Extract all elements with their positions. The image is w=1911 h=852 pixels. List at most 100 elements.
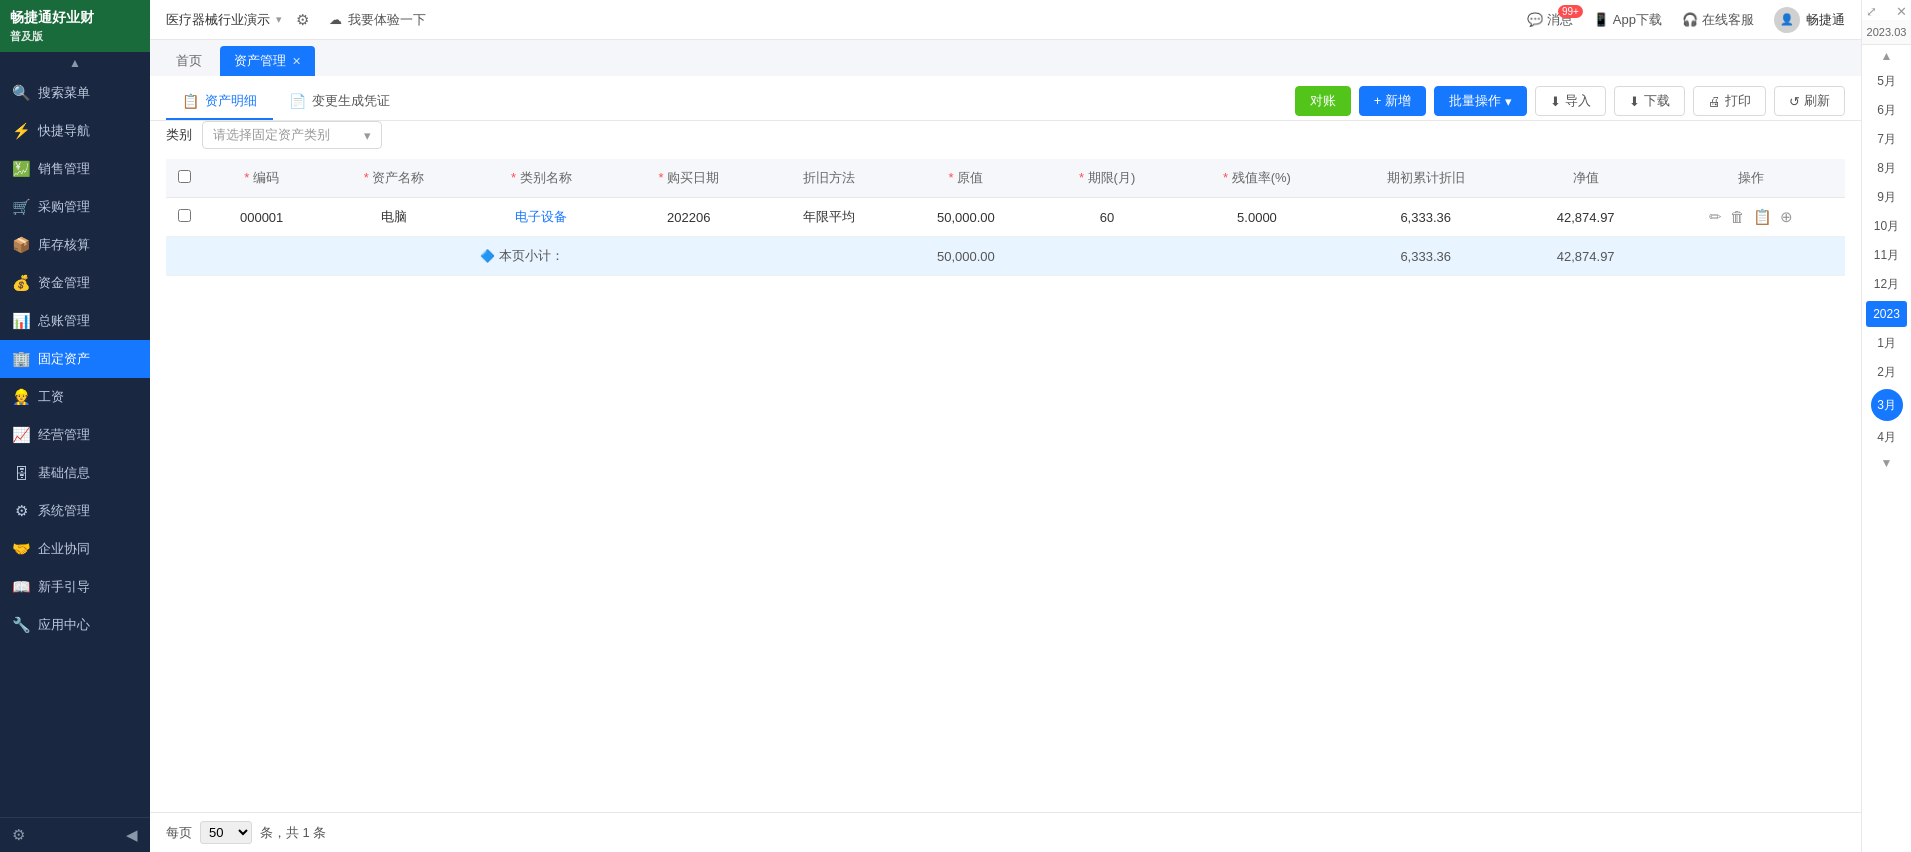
batch-label: 批量操作	[1449, 92, 1501, 110]
nav-icon-8: 👷	[12, 388, 30, 406]
copy-icon[interactable]: 📋	[1753, 208, 1772, 226]
calendar-down-arrow[interactable]: ▼	[1877, 452, 1897, 474]
user-menu[interactable]: 👤 畅捷通	[1774, 7, 1845, 33]
nav-icon-9: 📈	[12, 426, 30, 444]
cell-category: 电子设备	[468, 198, 615, 237]
sidebar-item-库存核算[interactable]: 📦库存核算	[0, 226, 150, 264]
company-selector[interactable]: 医疗器械行业演示 ▾	[166, 11, 282, 29]
message-button[interactable]: 💬 消息 99+	[1527, 11, 1573, 29]
tab-bar: 首页 资产管理 ✕	[150, 40, 1861, 76]
more-icon[interactable]: ⊕	[1780, 208, 1793, 226]
company-chevron-icon: ▾	[276, 13, 282, 26]
sidebar-item-总账管理[interactable]: 📊总账管理	[0, 302, 150, 340]
sub-tab-asset-detail[interactable]: 📋 资产明细	[166, 86, 273, 120]
sidebar-item-新手引导[interactable]: 📖新手引导	[0, 568, 150, 606]
calendar-month[interactable]: 9月	[1870, 183, 1903, 212]
import-button[interactable]: ⬇ 导入	[1535, 86, 1606, 116]
topbar: 医疗器械行业演示 ▾ ⚙ ☁ 我要体验一下 💬 消息 99+ 📱 App下载 🎧…	[150, 0, 1861, 40]
edit-icon[interactable]: ✏	[1709, 208, 1722, 226]
new-button[interactable]: + 新增	[1359, 86, 1426, 116]
calendar-month[interactable]: 4月	[1871, 423, 1903, 452]
user-name: 畅捷通	[1806, 11, 1845, 29]
filter-category-label: 类别	[166, 126, 192, 144]
total-count: 条，共 1 条	[260, 824, 326, 842]
sidebar-item-基础信息[interactable]: 🗄基础信息	[0, 454, 150, 492]
panel-close-icon[interactable]: ✕	[1896, 4, 1907, 19]
row-checkbox[interactable]	[178, 209, 191, 222]
calendar-year-header: 2023.03	[1862, 20, 1911, 45]
per-page-select[interactable]: 50 100	[200, 821, 252, 844]
calendar-month[interactable]: 3月	[1871, 389, 1903, 421]
sidebar-item-资金管理[interactable]: 💰资金管理	[0, 264, 150, 302]
subtotal-label: 🔷 本页小计：	[480, 247, 751, 265]
asset-table: 编码 资产名称 类别名称 购买日期 折旧方法 原值 期限(月) 残值率(%) 期…	[166, 159, 1845, 276]
print-label: 打印	[1725, 92, 1751, 110]
customer-service-button[interactable]: 🎧 在线客服	[1682, 11, 1754, 29]
calendar-year-marker[interactable]: 2023	[1866, 301, 1907, 327]
mobile-icon: 📱	[1593, 12, 1609, 27]
sub-tab-bar: 📋 资产明细 📄 变更生成凭证 对账 + 新增 批量操作 ▾ ⬇ 导入	[150, 76, 1861, 121]
subtotal-depreciation-method	[762, 237, 894, 276]
download-label: 下载	[1644, 92, 1670, 110]
col-accumulated-depreciation: 期初累计折旧	[1337, 159, 1515, 198]
calendar-month[interactable]: 10月	[1870, 212, 1903, 241]
category-filter[interactable]: 请选择固定资产类别 ▾	[202, 121, 382, 149]
calendar-month[interactable]: 7月	[1870, 125, 1903, 154]
sidebar-item-系统管理[interactable]: ⚙系统管理	[0, 492, 150, 530]
subtotal-row: 🔷 本页小计： 50,000.00 6,333.36 42,874.97	[166, 237, 1845, 276]
nav-icon-6: 📊	[12, 312, 30, 330]
calendar-month[interactable]: 5月	[1870, 67, 1903, 96]
calendar-month[interactable]: 6月	[1870, 96, 1903, 125]
calendar-month[interactable]: 11月	[1870, 241, 1903, 270]
sidebar-item-经营管理[interactable]: 📈经营管理	[0, 416, 150, 454]
batch-operation-button[interactable]: 批量操作 ▾	[1434, 86, 1527, 116]
cell-purchase-date: 202206	[615, 198, 762, 237]
select-all-checkbox[interactable]	[178, 170, 191, 183]
print-button[interactable]: 🖨 打印	[1693, 86, 1766, 116]
sidebar-item-工资[interactable]: 👷工资	[0, 378, 150, 416]
sidebar-item-采购管理[interactable]: 🛒采购管理	[0, 188, 150, 226]
calendar-month[interactable]: 1月	[1871, 329, 1903, 358]
experience-label: 我要体验一下	[348, 11, 426, 29]
sidebar-item-销售管理[interactable]: 💹销售管理	[0, 150, 150, 188]
calendar-month[interactable]: 8月	[1870, 154, 1903, 183]
nav-icon-5: 💰	[12, 274, 30, 292]
sidebar-item-应用中心[interactable]: 🔧应用中心	[0, 606, 150, 644]
cloud-icon: ☁	[329, 12, 342, 27]
tab-close-icon[interactable]: ✕	[292, 55, 301, 68]
tab-home[interactable]: 首页	[162, 46, 216, 76]
sidebar-item-快捷导航[interactable]: ⚡快捷导航	[0, 112, 150, 150]
calendar-month[interactable]: 12月	[1870, 270, 1903, 299]
tab-asset-management[interactable]: 资产管理 ✕	[220, 46, 315, 76]
nav-icon-12: 🤝	[12, 540, 30, 558]
panel-expand-icon[interactable]: ⤢	[1866, 4, 1877, 19]
sidebar-scroll-up[interactable]: ▲	[0, 52, 150, 74]
col-purchase-date: 购买日期	[615, 159, 762, 198]
sub-tab-voucher[interactable]: 📄 变更生成凭证	[273, 86, 406, 120]
col-code: 编码	[203, 159, 320, 198]
sidebar-item-搜索菜单[interactable]: 🔍搜索菜单	[0, 74, 150, 112]
delete-icon[interactable]: 🗑	[1730, 208, 1745, 226]
download-button[interactable]: ⬇ 下载	[1614, 86, 1685, 116]
col-actions: 操作	[1657, 159, 1845, 198]
reconcile-button[interactable]: 对账	[1295, 86, 1351, 116]
experience-banner[interactable]: ☁ 我要体验一下	[329, 11, 426, 29]
collapse-icon[interactable]: ◀	[126, 826, 138, 844]
col-net-value: 净值	[1514, 159, 1656, 198]
cell-period: 60	[1037, 198, 1177, 237]
calendar-month[interactable]: 2月	[1871, 358, 1903, 387]
calendar-up-arrow[interactable]: ▲	[1877, 45, 1897, 67]
sidebar-item-固定资产[interactable]: 🏢固定资产	[0, 340, 150, 378]
company-settings-icon[interactable]: ⚙	[296, 11, 309, 29]
settings-icon[interactable]: ⚙	[12, 826, 25, 844]
nav-icon-4: 📦	[12, 236, 30, 254]
col-period: 期限(月)	[1037, 159, 1177, 198]
app-download-button[interactable]: 📱 App下载	[1593, 11, 1662, 29]
col-depreciation-method: 折旧方法	[762, 159, 894, 198]
filter-row: 类别 请选择固定资产类别 ▾	[150, 121, 1861, 159]
refresh-button[interactable]: ↺ 刷新	[1774, 86, 1845, 116]
nav-icon-2: 💹	[12, 160, 30, 178]
import-label: 导入	[1565, 92, 1591, 110]
company-name: 医疗器械行业演示	[166, 11, 270, 29]
sidebar-item-企业协同[interactable]: 🤝企业协同	[0, 530, 150, 568]
